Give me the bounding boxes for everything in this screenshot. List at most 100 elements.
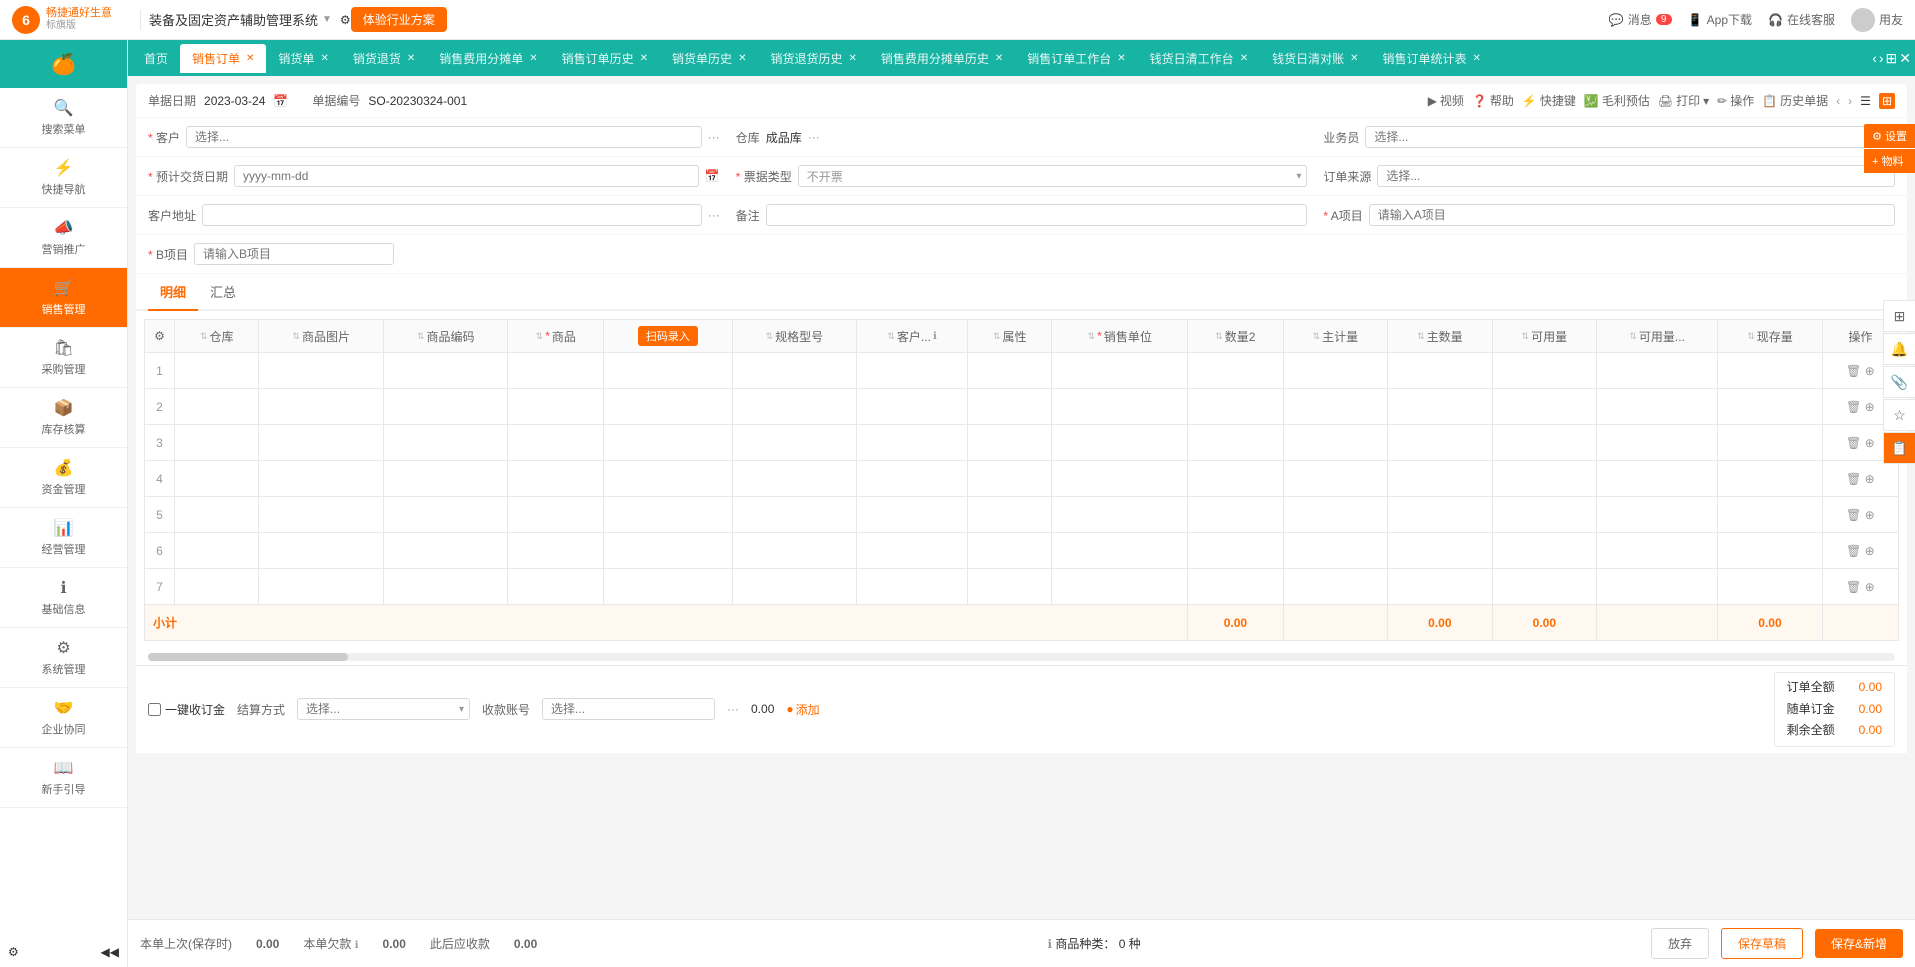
one-click-checkbox[interactable] bbox=[148, 703, 161, 716]
row-mainqty-5[interactable] bbox=[1388, 497, 1492, 533]
row-product-4[interactable] bbox=[508, 461, 604, 497]
right-tool-2[interactable]: 🔔 bbox=[1883, 333, 1915, 365]
calendar-icon[interactable]: 📅 bbox=[273, 94, 288, 108]
row-spec-7[interactable] bbox=[732, 569, 857, 605]
copy-row-1-icon[interactable]: ⊕ bbox=[1865, 364, 1875, 378]
col-settings[interactable]: ⚙ bbox=[145, 320, 175, 353]
tab-cash-reconcile[interactable]: 钱货日清对账 ✕ bbox=[1260, 44, 1370, 73]
delete-row-2-icon[interactable]: 🗑 bbox=[1846, 400, 1861, 414]
tab-close-sales-return[interactable]: ✕ bbox=[407, 53, 415, 64]
save-draft-button[interactable]: 保存草稿 bbox=[1721, 928, 1803, 959]
sidebar-item-purchase[interactable]: 🛍 采购管理 bbox=[0, 328, 127, 388]
sidebar-collapse-icon[interactable]: ◀◀ bbox=[101, 945, 119, 959]
sidebar-item-operations[interactable]: 📊 经营管理 bbox=[0, 508, 127, 568]
sidebar-item-marketing[interactable]: 📣 营销推广 bbox=[0, 208, 127, 268]
row-product-5[interactable] bbox=[508, 497, 604, 533]
row-code-3[interactable] bbox=[383, 425, 508, 461]
row-spec-2[interactable] bbox=[732, 389, 857, 425]
list-view-icon[interactable]: ☰ bbox=[1860, 94, 1871, 108]
row-unit-3[interactable] bbox=[1052, 425, 1188, 461]
row-qty2-5[interactable] bbox=[1188, 497, 1284, 533]
row-custcode-7[interactable] bbox=[857, 569, 968, 605]
sort-product-icon[interactable]: ⇅ bbox=[536, 331, 544, 342]
row-attr-1[interactable] bbox=[967, 353, 1051, 389]
sidebar-item-guide[interactable]: 📖 新手引导 bbox=[0, 748, 127, 808]
copy-row-3-icon[interactable]: ⊕ bbox=[1865, 436, 1875, 450]
sidebar-item-search[interactable]: 🔍 搜索菜单 bbox=[0, 88, 127, 148]
row-mainqty-7[interactable] bbox=[1388, 569, 1492, 605]
tab-sales-expense[interactable]: 销售费用分摊单 ✕ bbox=[427, 44, 549, 73]
row-mainqty-3[interactable] bbox=[1388, 425, 1492, 461]
sort-mainqty-icon[interactable]: ⇅ bbox=[1417, 331, 1425, 342]
sort-unit-icon[interactable]: ⇅ bbox=[1088, 331, 1096, 342]
tab-close-all[interactable]: ✕ bbox=[1899, 50, 1911, 67]
tab-close-sales-order-history[interactable]: ✕ bbox=[640, 53, 648, 64]
row-custcode-4[interactable] bbox=[857, 461, 968, 497]
row-attr-4[interactable] bbox=[967, 461, 1051, 497]
sort-stockqty-icon[interactable]: ⇅ bbox=[1747, 331, 1755, 342]
row-unit-4[interactable] bbox=[1052, 461, 1188, 497]
invoice-type-input[interactable] bbox=[798, 165, 1308, 187]
save-new-button[interactable]: 保存&新增 bbox=[1815, 929, 1903, 958]
sidebar-item-inventory[interactable]: 📦 库存核算 bbox=[0, 388, 127, 448]
tab-close-sales-expense[interactable]: ✕ bbox=[529, 53, 537, 64]
row-spec-4[interactable] bbox=[732, 461, 857, 497]
message-action[interactable]: 💬 消息 9 bbox=[1609, 11, 1672, 28]
delete-row-4-icon[interactable]: 🗑 bbox=[1846, 472, 1861, 486]
row-spec-1[interactable] bbox=[732, 353, 857, 389]
a-project-input[interactable] bbox=[1369, 204, 1895, 226]
salesperson-input[interactable] bbox=[1365, 126, 1895, 148]
tab-scroll-left[interactable]: ‹ bbox=[1872, 50, 1877, 66]
history-btn[interactable]: 📋 历史单据 bbox=[1762, 92, 1828, 109]
row-mainqty-1[interactable] bbox=[1388, 353, 1492, 389]
row-unit-5[interactable] bbox=[1052, 497, 1188, 533]
delete-row-5-icon[interactable]: 🗑 bbox=[1846, 508, 1861, 522]
row-code-7[interactable] bbox=[383, 569, 508, 605]
tab-close-cash-workbench[interactable]: ✕ bbox=[1240, 53, 1248, 64]
help-btn[interactable]: ❓ 帮助 bbox=[1472, 92, 1514, 109]
tab-summary[interactable]: 汇总 bbox=[198, 274, 248, 311]
row-attr-6[interactable] bbox=[967, 533, 1051, 569]
tab-sales-bill[interactable]: 销货单 ✕ bbox=[266, 44, 340, 73]
prev-record[interactable]: ‹ bbox=[1836, 94, 1840, 108]
row-warehouse-7[interactable] bbox=[175, 569, 259, 605]
delete-row-3-icon[interactable]: 🗑 bbox=[1846, 436, 1861, 450]
sort-spec-icon[interactable]: ⇅ bbox=[766, 331, 774, 342]
row-attr-7[interactable] bbox=[967, 569, 1051, 605]
tab-home[interactable]: 首页 bbox=[132, 44, 180, 73]
solution-button[interactable]: 体验行业方案 bbox=[351, 7, 447, 32]
row-custcode-2[interactable] bbox=[857, 389, 968, 425]
row-attr-2[interactable] bbox=[967, 389, 1051, 425]
app-download-action[interactable]: 📱 App下载 bbox=[1688, 11, 1752, 28]
row-mainqty-4[interactable] bbox=[1388, 461, 1492, 497]
b-project-input[interactable] bbox=[194, 243, 394, 265]
customer-input[interactable] bbox=[186, 126, 702, 148]
payment-method-input[interactable] bbox=[297, 698, 470, 720]
tab-close-sales-stats[interactable]: ✕ bbox=[1473, 53, 1481, 64]
tab-close-return-history[interactable]: ✕ bbox=[848, 53, 856, 64]
table-scrollbar-thumb[interactable] bbox=[148, 653, 348, 661]
tab-close-order-workbench[interactable]: ✕ bbox=[1117, 53, 1125, 64]
tab-close-cash-reconcile[interactable]: ✕ bbox=[1350, 53, 1358, 64]
material-float-btn[interactable]: + 物料 bbox=[1864, 149, 1915, 173]
customer-more[interactable]: ··· bbox=[708, 130, 720, 144]
copy-row-4-icon[interactable]: ⊕ bbox=[1865, 472, 1875, 486]
one-click-checkbox-label[interactable]: 一键收订金 bbox=[148, 701, 225, 718]
row-product-2[interactable] bbox=[508, 389, 604, 425]
dropdown-arrow[interactable]: ▼ bbox=[322, 14, 332, 25]
tab-expense-history[interactable]: 销售费用分摊单历史 ✕ bbox=[869, 44, 1015, 73]
next-record[interactable]: › bbox=[1848, 94, 1852, 108]
row-mainqty-6[interactable] bbox=[1388, 533, 1492, 569]
row-spec-6[interactable] bbox=[732, 533, 857, 569]
settings-float-btn[interactable]: ⚙ 设置 bbox=[1864, 124, 1915, 148]
row-warehouse-4[interactable] bbox=[175, 461, 259, 497]
sort-code-icon[interactable]: ⇅ bbox=[417, 331, 425, 342]
print-btn[interactable]: 🖨 打印 ▾ bbox=[1658, 92, 1709, 109]
row-qty2-7[interactable] bbox=[1188, 569, 1284, 605]
copy-row-2-icon[interactable]: ⊕ bbox=[1865, 400, 1875, 414]
row-attr-3[interactable] bbox=[967, 425, 1051, 461]
grid-view-icon[interactable]: ⊞ bbox=[1879, 93, 1895, 109]
sidebar-item-shortcut[interactable]: ⚡ 快捷导航 bbox=[0, 148, 127, 208]
delete-row-1-icon[interactable]: 🗑 bbox=[1846, 364, 1861, 378]
profit-btn[interactable]: 💹 毛利预估 bbox=[1584, 92, 1650, 109]
